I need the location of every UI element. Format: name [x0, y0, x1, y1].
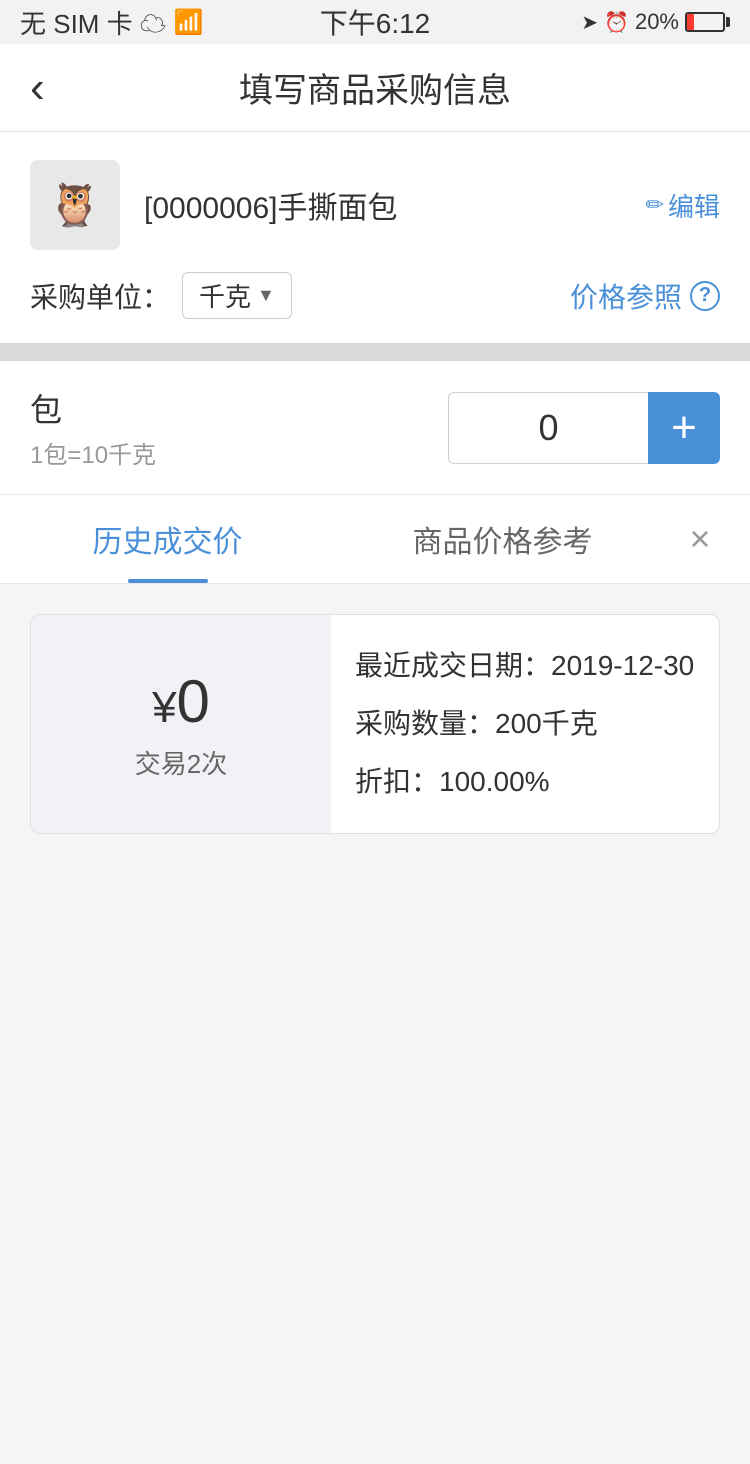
detail-date: 最近成交日期：2019-12-30 — [355, 645, 695, 687]
product-info: 🦉 [0000006]手撕面包 — [30, 160, 397, 250]
tab-content: ¥0 交易2次 最近成交日期：2019-12-30 采购数量：200千克 折扣：… — [0, 584, 750, 864]
unit-label: 采购单位： — [30, 276, 170, 316]
tabs-section: 历史成交价 商品价格参考 × ¥0 交易2次 最近成交日期：2019-12-30 — [0, 495, 750, 864]
help-icon: ? — [690, 281, 720, 311]
wifi-icon: 📶 — [174, 8, 204, 37]
price-display: ¥0 — [152, 667, 210, 736]
battery-fill — [687, 14, 694, 30]
price-ref-label: 价格参照 — [570, 276, 682, 316]
date-label: 最近成交日期： — [355, 650, 551, 681]
detail-discount: 折扣：100.00% — [355, 761, 695, 803]
tabs-close-button[interactable]: × — [670, 518, 750, 560]
price-card-left: ¥0 交易2次 — [31, 615, 331, 833]
quantity-section: 包 1包=10千克 0 + — [0, 361, 750, 495]
qty-detail-value: 200千克 — [495, 708, 598, 739]
quantity-value: 0 — [538, 407, 558, 449]
qty-detail-label: 采购数量： — [355, 708, 495, 739]
quantity-input[interactable]: 0 — [448, 392, 648, 464]
unit-left: 采购单位： 千克 ▼ — [30, 272, 292, 319]
dropdown-arrow-icon: ▼ — [257, 285, 275, 306]
edit-label: 编辑 — [668, 187, 720, 224]
back-button[interactable]: ‹ — [30, 63, 90, 113]
tab-history-label: 历史成交价 — [93, 517, 243, 561]
tab-active-indicator — [128, 579, 208, 583]
discount-label: 折扣： — [355, 766, 439, 797]
main-content-background — [0, 864, 750, 1464]
status-bar: 无 SIM 卡 ☁ 📶 下午6:12 ➤ ⏰ 20% — [0, 0, 750, 44]
product-logo-icon: 🦉 — [49, 181, 101, 230]
currency-symbol: ¥ — [152, 683, 176, 732]
quantity-unit: 包 — [30, 385, 156, 431]
edit-button[interactable]: ✏ 编辑 — [646, 187, 720, 224]
quantity-plus-button[interactable]: + — [648, 392, 720, 464]
price-card-right: 最近成交日期：2019-12-30 采购数量：200千克 折扣：100.00% — [331, 615, 719, 833]
unit-dropdown[interactable]: 千克 ▼ — [182, 272, 292, 319]
tab-product-label: 商品价格参考 — [413, 517, 593, 561]
battery-icon — [685, 12, 730, 32]
product-section: 🦉 [0000006]手撕面包 ✏ 编辑 采购单位： 千克 ▼ 价格参照 ? — [0, 132, 750, 343]
quantity-input-row: 0 + — [448, 392, 720, 464]
discount-value: 100.00% — [439, 766, 550, 797]
location-icon: ➤ — [581, 10, 598, 35]
edit-icon: ✏ — [646, 192, 664, 218]
price-reference-button[interactable]: 价格参照 ? — [570, 276, 720, 316]
sim-label: 无 SIM 卡 ☁ — [20, 4, 166, 41]
price-amount-value: 0 — [177, 668, 210, 735]
product-thumbnail: 🦉 — [30, 160, 120, 250]
plus-icon: + — [671, 403, 697, 453]
tab-history-price[interactable]: 历史成交价 — [0, 495, 335, 583]
date-value: 2019-12-30 — [551, 650, 694, 681]
battery-percent: 20% — [635, 9, 679, 35]
nav-bar: ‹ 填写商品采购信息 — [0, 44, 750, 132]
quantity-convert: 1包=10千克 — [30, 435, 156, 470]
tab-product-price[interactable]: 商品价格参考 — [335, 495, 670, 583]
price-card: ¥0 交易2次 最近成交日期：2019-12-30 采购数量：200千克 折扣：… — [30, 614, 720, 834]
quantity-label: 包 1包=10千克 — [30, 385, 156, 470]
alarm-icon: ⏰ — [604, 10, 629, 35]
page-title: 填写商品采购信息 — [239, 63, 511, 112]
battery-tip — [726, 17, 730, 27]
transaction-count: 交易2次 — [135, 744, 227, 781]
status-time: 下午6:12 — [320, 2, 431, 42]
product-name: [0000006]手撕面包 — [144, 183, 397, 227]
close-icon: × — [689, 518, 710, 560]
status-left: 无 SIM 卡 ☁ 📶 — [20, 4, 204, 41]
detail-quantity: 采购数量：200千克 — [355, 703, 695, 745]
section-divider — [0, 343, 750, 361]
product-header: 🦉 [0000006]手撕面包 ✏ 编辑 — [30, 160, 720, 250]
tabs-header: 历史成交价 商品价格参考 × — [0, 495, 750, 584]
unit-value: 千克 — [199, 277, 251, 314]
back-icon: ‹ — [30, 63, 45, 112]
unit-row: 采购单位： 千克 ▼ 价格参照 ? — [30, 272, 720, 319]
status-right: ➤ ⏰ 20% — [581, 9, 730, 35]
